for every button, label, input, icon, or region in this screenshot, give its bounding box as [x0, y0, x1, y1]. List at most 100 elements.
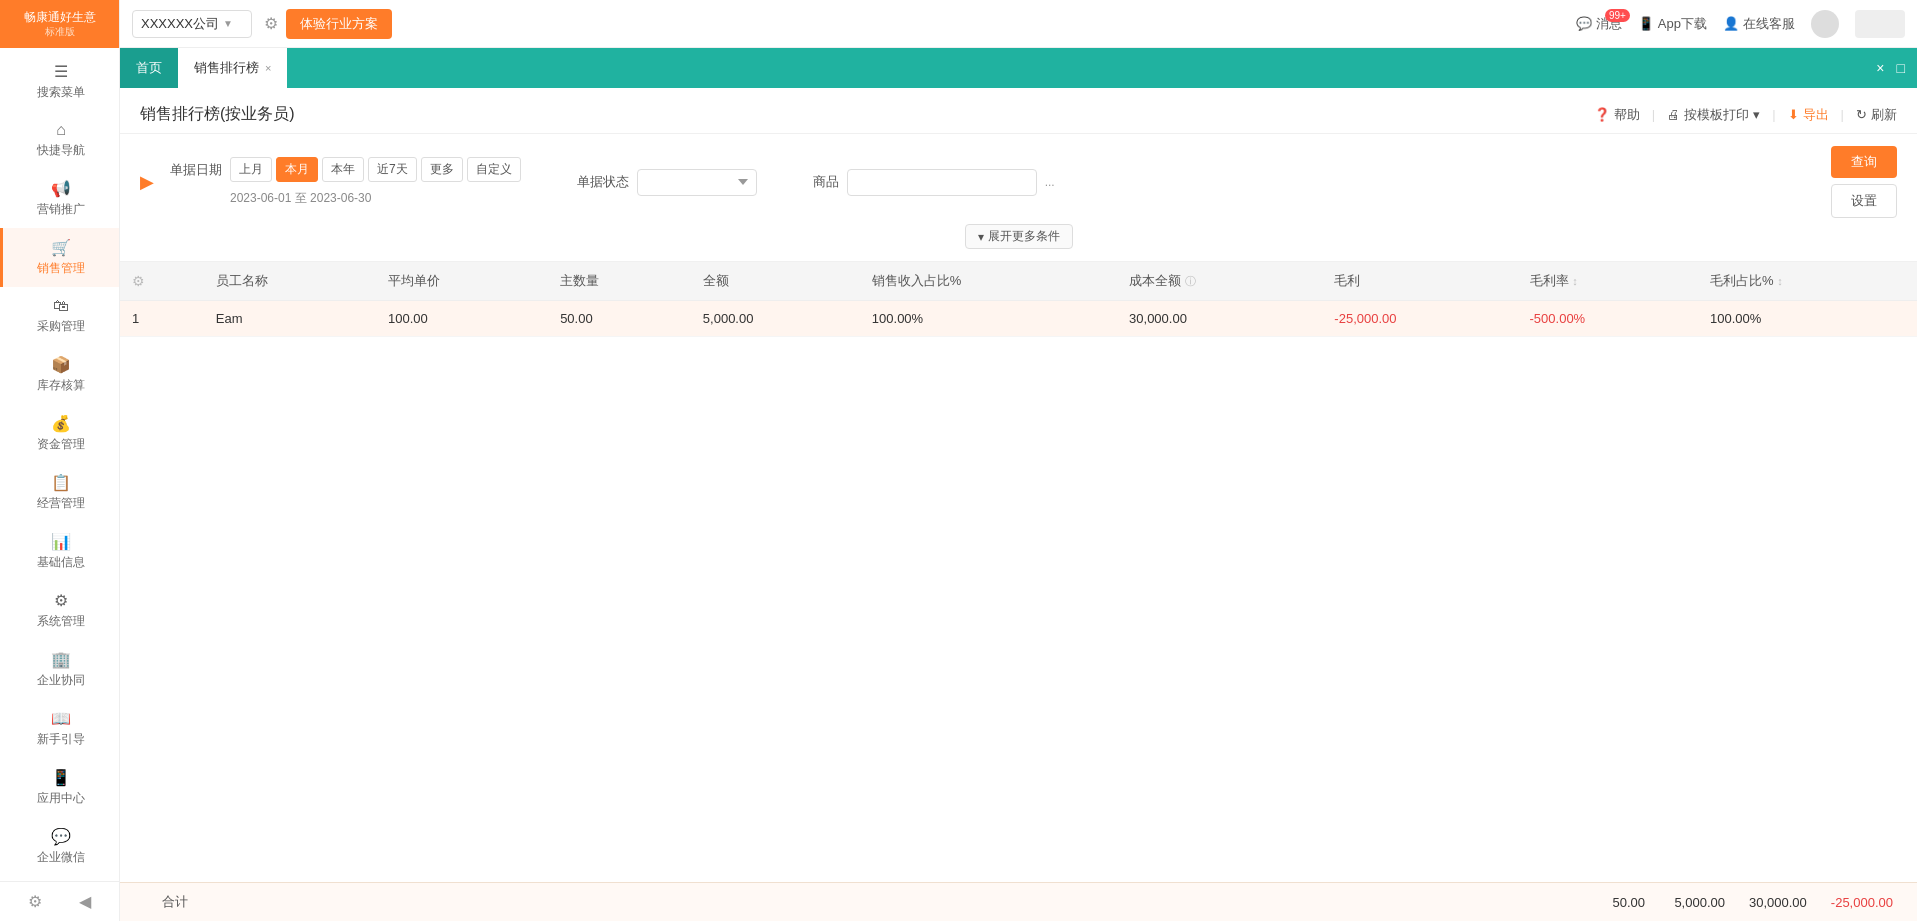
footer-cost: 30,000.00	[1737, 895, 1819, 910]
tab-close-icon[interactable]: ×	[265, 62, 271, 74]
col-header-sales_ratio: 销售收入占比%	[860, 262, 1117, 301]
col-sort-icon[interactable]: ↕	[1777, 275, 1783, 287]
cell-0-gross: -25,000.00	[1322, 301, 1517, 337]
tab-home-label: 首页	[136, 59, 162, 77]
status-select[interactable]	[637, 169, 757, 196]
footer-gross: -25,000.00	[1819, 895, 1905, 910]
trial-button[interactable]: 体验行业方案	[286, 9, 392, 39]
settings-button[interactable]: 设置	[1831, 184, 1897, 218]
status-label: 单据状态	[577, 173, 629, 191]
col-sort-icon[interactable]: ↕	[1572, 275, 1578, 287]
service-icon: 👤	[1723, 16, 1739, 31]
tab-minimize-icon[interactable]: ×	[1876, 60, 1884, 76]
filter-row: ▶ 单据日期 上月本月本年近7天更多自定义 2023-06-01 至 2023-…	[140, 146, 1897, 218]
sidebar-icon-app-center: 📱	[51, 768, 71, 787]
sidebar-item-operation[interactable]: 📋经营管理	[0, 463, 119, 522]
app-download-item[interactable]: 📱 App下载	[1638, 15, 1707, 33]
message-item[interactable]: 💬 消息 99+	[1576, 15, 1622, 33]
export-icon: ⬇	[1788, 107, 1799, 122]
app-icon: 📱	[1638, 16, 1654, 31]
avatar[interactable]	[1811, 10, 1839, 38]
app-label: App下载	[1658, 15, 1707, 33]
filter-collapse-icon[interactable]: ▶	[140, 171, 154, 193]
status-filter: 单据状态	[577, 169, 757, 196]
more-link[interactable]: ...	[1045, 175, 1055, 189]
message-icon: 💬	[1576, 16, 1592, 31]
sidebar-item-basic-info[interactable]: 📊基础信息	[0, 522, 119, 581]
sidebar-item-enterprise[interactable]: 🏢企业协同	[0, 640, 119, 699]
print-chevron-icon: ▾	[1753, 107, 1760, 122]
date-btn-上月[interactable]: 上月	[230, 157, 272, 182]
date-range: 2023-06-01 至 2023-06-30	[170, 190, 521, 207]
expand-button[interactable]: ▾ 展开更多条件	[965, 224, 1073, 249]
sidebar-icon-finance: 💰	[51, 414, 71, 433]
sidebar-icon-operation: 📋	[51, 473, 71, 492]
date-label: 单据日期	[170, 161, 222, 179]
tab-sales-rank-label: 销售排行榜	[194, 59, 259, 77]
goods-input[interactable]	[847, 169, 1037, 196]
logo-line2: 标准版	[24, 25, 96, 39]
sidebar-label-purchase: 采购管理	[37, 318, 85, 335]
help-icon: ❓	[1594, 107, 1610, 122]
page: 销售排行榜(按业务员) ❓ 帮助 | 🖨 按模板打印 ▾ | ⬇	[120, 88, 1917, 921]
sidebar-label-enterprise: 企业协同	[37, 672, 85, 689]
sidebar-logo: 畅康通好生意 标准版	[0, 0, 119, 48]
tab-home[interactable]: 首页	[120, 48, 178, 88]
footer-quantity: 50.00	[1577, 895, 1657, 910]
service-item[interactable]: 👤 在线客服	[1723, 15, 1795, 33]
sidebar-label-quick-nav: 快捷导航	[37, 142, 85, 159]
export-label: 导出	[1803, 106, 1829, 124]
print-button[interactable]: 🖨 按模板打印 ▾	[1667, 106, 1760, 124]
footer-label: 合计	[132, 893, 188, 911]
sidebar-item-inventory[interactable]: 📦库存核算	[0, 345, 119, 404]
sidebar-item-guide[interactable]: 📖 新手引导	[0, 699, 119, 758]
date-btn-自定义[interactable]: 自定义	[467, 157, 521, 182]
col-header-rank: ⚙	[120, 262, 204, 301]
goods-filter: 商品 ...	[813, 169, 1055, 196]
sidebar-item-quick-nav[interactable]: ⌂快捷导航	[0, 111, 119, 169]
col-header-gross_ratio: 毛利占比% ↕	[1698, 262, 1917, 301]
date-btn-本月[interactable]: 本月	[276, 157, 318, 182]
query-button[interactable]: 查询	[1831, 146, 1897, 178]
sidebar-collapse-icon[interactable]: ◀	[79, 892, 91, 911]
sidebar-item-sales[interactable]: 🛒销售管理	[0, 228, 119, 287]
sidebar-label-inventory: 库存核算	[37, 377, 85, 394]
sidebar-item-wechat[interactable]: 💬企业微信	[0, 817, 119, 876]
refresh-label: 刷新	[1871, 106, 1897, 124]
tab-maximize-icon[interactable]: □	[1897, 60, 1905, 76]
sidebar-label-wechat: 企业微信	[37, 849, 85, 866]
cell-0-gross_rate: -500.00%	[1518, 301, 1698, 337]
topbar: XXXXXX公司 ▼ ⚙ 体验行业方案 💬 消息 99+ 📱 App下载 👤 在…	[120, 0, 1917, 48]
gear-icon[interactable]: ⚙	[264, 14, 278, 33]
sidebar-icon-marketing: 📢	[51, 179, 71, 198]
date-btn-本年[interactable]: 本年	[322, 157, 364, 182]
divider1: |	[1652, 107, 1655, 122]
help-label: 帮助	[1614, 106, 1640, 124]
help-button[interactable]: ❓ 帮助	[1594, 106, 1640, 124]
divider2: |	[1772, 107, 1775, 122]
date-btn-更多[interactable]: 更多	[421, 157, 463, 182]
sidebar-label-search-order: 搜索菜单	[37, 84, 85, 101]
table-settings-icon[interactable]: ⚙	[132, 273, 145, 289]
sidebar-label-guide: 新手引导	[37, 731, 85, 748]
tab-sales-rank[interactable]: 销售排行榜 ×	[178, 48, 287, 88]
cell-0-rank: 1	[120, 301, 204, 337]
cell-0-cost: 30,000.00	[1117, 301, 1322, 337]
sidebar-item-search-order[interactable]: ☰ 搜索菜单	[0, 52, 119, 111]
sidebar-item-marketing[interactable]: 📢营销推广	[0, 169, 119, 228]
sidebar-icon-guide: 📖	[51, 709, 71, 728]
cell-0-sales_ratio: 100.00%	[860, 301, 1117, 337]
company-selector[interactable]: XXXXXX公司 ▼	[132, 10, 252, 38]
sidebar-settings-icon[interactable]: ⚙	[28, 892, 42, 911]
table-footer: 合计 50.00 5,000.00 30,000.00 -25,000.00	[120, 882, 1917, 921]
refresh-button[interactable]: ↻ 刷新	[1856, 106, 1897, 124]
sidebar-icon-search-order: ☰	[54, 62, 68, 81]
sidebar-item-finance[interactable]: 💰资金管理	[0, 404, 119, 463]
date-btn-近7天[interactable]: 近7天	[368, 157, 417, 182]
export-button[interactable]: ⬇ 导出	[1788, 106, 1829, 124]
sidebar-item-system[interactable]: ⚙系统管理	[0, 581, 119, 640]
cell-0-amount: 5,000.00	[691, 301, 860, 337]
col-header-gross: 毛利	[1322, 262, 1517, 301]
sidebar-item-app-center[interactable]: 📱应用中心	[0, 758, 119, 817]
sidebar-item-purchase[interactable]: 🛍采购管理	[0, 287, 119, 345]
